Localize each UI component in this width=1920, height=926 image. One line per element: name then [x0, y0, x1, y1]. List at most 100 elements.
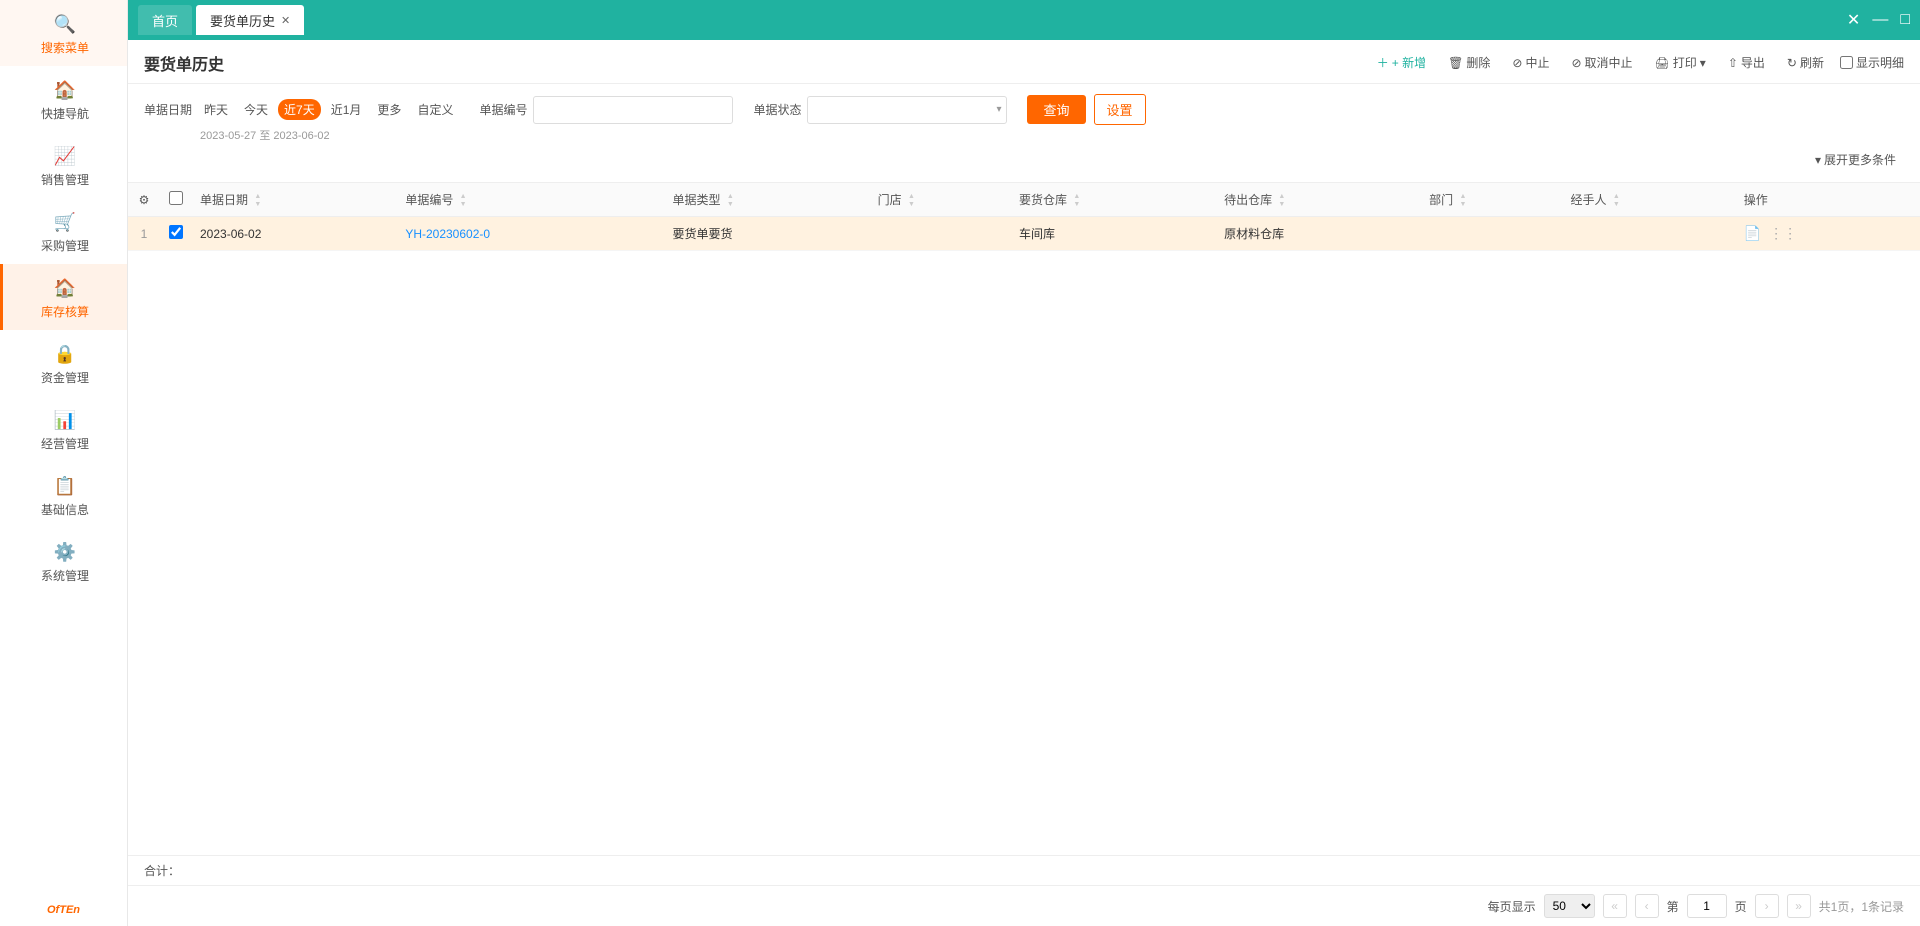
date-btn-custom[interactable]: 自定义	[411, 99, 459, 120]
refresh-icon: ↻	[1787, 56, 1797, 70]
tabbar-window-controls: ✕ — □	[1847, 10, 1910, 30]
print-icon: 🖨	[1655, 56, 1670, 70]
query-button[interactable]: 查询	[1027, 95, 1085, 124]
doc-no-link[interactable]: YH-20230602-0	[405, 227, 490, 241]
table-area: ⚙ 单据日期 ▲▼ 单据编号 ▲▼ 单据类型	[128, 183, 1920, 855]
expand-conditions-button[interactable]: ▾ 展开更多条件	[1807, 147, 1904, 172]
row-req-warehouse: 车间库	[1011, 217, 1216, 251]
sidebar-item-purchase-mgmt[interactable]: 🛒 采购管理	[0, 198, 127, 264]
doc-status-select-wrap: ▾	[807, 96, 1007, 124]
sort-store[interactable]: ▲▼	[908, 193, 915, 208]
data-table: ⚙ 单据日期 ▲▼ 单据编号 ▲▼ 单据类型	[128, 183, 1920, 251]
settings-button[interactable]: 设置	[1094, 94, 1146, 125]
sort-handler[interactable]: ▲▼	[1613, 193, 1620, 208]
sort-doc-no[interactable]: ▲▼	[460, 193, 467, 208]
last-page-button[interactable]: »	[1787, 894, 1811, 918]
sidebar-label-search-menu: 搜索菜单	[41, 39, 89, 56]
first-page-button[interactable]: «	[1603, 894, 1627, 918]
sort-req-warehouse[interactable]: ▲▼	[1073, 193, 1080, 208]
total-info: 共1页，1条记录	[1819, 898, 1904, 915]
page-input[interactable]	[1687, 894, 1727, 918]
add-button[interactable]: ＋ + 新增	[1371, 50, 1432, 75]
sidebar-item-sys-mgmt[interactable]: ⚙️ 系统管理	[0, 528, 127, 594]
col-doc-no: 单据编号 ▲▼	[397, 183, 664, 217]
ops-icon: 📊	[54, 410, 76, 431]
sort-doc-type[interactable]: ▲▼	[727, 193, 734, 208]
next-page-button[interactable]: ›	[1755, 894, 1779, 918]
sidebar-item-sales-mgmt[interactable]: 📈 销售管理	[0, 132, 127, 198]
view-action-icon[interactable]: 📄	[1744, 225, 1761, 242]
doc-status-select[interactable]	[807, 96, 1007, 124]
sidebar-item-quick-nav[interactable]: 🏠 快捷导航	[0, 66, 127, 132]
sys-mgmt-icon: ⚙️	[54, 542, 76, 563]
date-label: 单据日期	[144, 101, 192, 118]
display-cell-checkbox[interactable]	[1840, 56, 1853, 69]
sidebar-label-basic-info: 基础信息	[41, 501, 89, 518]
quick-nav-icon: 🏠	[54, 80, 76, 101]
date-btn-today[interactable]: 今天	[238, 99, 274, 120]
filter-doc-status: 单据状态 ▾	[753, 96, 1007, 124]
delete-button[interactable]: 🗑 删除	[1442, 50, 1496, 75]
finance-icon: 🔒	[54, 344, 76, 365]
table-row[interactable]: 1 2023-06-02 YH-20230602-0 要货单要货 车间库 原材料…	[128, 217, 1920, 251]
expand-icon: ▾	[1815, 153, 1821, 167]
inventory-icon: 🏠	[54, 278, 76, 299]
row-doc-no: YH-20230602-0	[397, 217, 664, 251]
sidebar-item-finance-mgmt[interactable]: 🔒 资金管理	[0, 330, 127, 396]
row-checkbox[interactable]	[169, 225, 183, 239]
brand-logo: OfTEn	[0, 894, 127, 926]
refresh-button[interactable]: ↻ 刷新	[1781, 50, 1830, 75]
pagination: 每页显示 10 20 50 100 « ‹ 第 页 › » 共1页，1条记录	[128, 885, 1920, 926]
sales-icon: 📈	[54, 146, 76, 167]
edit-action-icon[interactable]: ⋮⋮	[1769, 225, 1797, 242]
doc-number-input[interactable]	[533, 96, 733, 124]
expand-label: 展开更多条件	[1824, 151, 1896, 168]
date-range-text: 2023-05-27 至 2023-06-02	[200, 130, 330, 142]
sidebar-label-sys-mgmt: 系统管理	[41, 567, 89, 584]
window-close-icon[interactable]: ✕	[1847, 10, 1860, 30]
sidebar-item-inventory[interactable]: 🏠 库存核算	[0, 264, 127, 330]
cancel-stop-button[interactable]: ⊘ 取消中止	[1565, 50, 1638, 75]
date-btn-more[interactable]: 更多	[371, 99, 407, 120]
sidebar-label-finance: 资金管理	[41, 369, 89, 386]
row-doc-date: 2023-06-02	[192, 217, 397, 251]
filter-area: 单据日期 昨天 今天 近7天 近1月 更多 自定义 单据编号	[128, 84, 1920, 183]
export-button[interactable]: ⇧ 导出	[1722, 50, 1771, 75]
action-icons: 📄 ⋮⋮	[1744, 225, 1912, 242]
print-button[interactable]: 🖨 打印 ▾	[1649, 50, 1712, 75]
prev-page-button[interactable]: ‹	[1635, 894, 1659, 918]
select-all-checkbox[interactable]	[169, 191, 183, 205]
sidebar-label-purchase: 采购管理	[41, 237, 89, 254]
sidebar-item-ops-mgmt[interactable]: 📊 经营管理	[0, 396, 127, 462]
col-settings[interactable]: ⚙	[128, 183, 160, 217]
page-go-suffix: 页	[1735, 898, 1747, 915]
search-menu-icon: 🔍	[54, 14, 76, 35]
tab-requisition-history[interactable]: 要货单历史 ✕	[196, 5, 304, 35]
sort-department[interactable]: ▲▼	[1459, 193, 1466, 208]
stop-button[interactable]: ⊘ 中止	[1506, 50, 1555, 75]
export-icon: ⇧	[1728, 56, 1738, 70]
sort-pending-warehouse[interactable]: ▲▼	[1278, 193, 1285, 208]
tab-home[interactable]: 首页	[138, 5, 192, 35]
sidebar-item-basic-info[interactable]: 📋 基础信息	[0, 462, 127, 528]
window-minimize-icon[interactable]: —	[1872, 11, 1888, 29]
sidebar-item-search-menu[interactable]: 🔍 搜索菜单	[0, 0, 127, 66]
tab-close-icon[interactable]: ✕	[281, 14, 290, 27]
window-maximize-icon[interactable]: □	[1900, 11, 1910, 29]
date-btn-last1m[interactable]: 近1月	[325, 99, 368, 120]
table-header-row: ⚙ 单据日期 ▲▼ 单据编号 ▲▼ 单据类型	[128, 183, 1920, 217]
date-btn-last7[interactable]: 近7天	[278, 99, 321, 120]
row-pending-warehouse: 原材料仓库	[1216, 217, 1421, 251]
date-btn-yesterday[interactable]: 昨天	[198, 99, 234, 120]
sidebar-label-ops: 经营管理	[41, 435, 89, 452]
sort-doc-date[interactable]: ▲▼	[254, 193, 261, 208]
main-area: 首页 要货单历史 ✕ ✕ — □ 要货单历史 ＋ + 新增 🗑 删除	[128, 0, 1920, 926]
add-icon: ＋	[1377, 54, 1389, 71]
table-footer: 合计：	[128, 855, 1920, 885]
tabbar: 首页 要货单历史 ✕ ✕ — □	[128, 0, 1920, 40]
filter-row: 单据日期 昨天 今天 近7天 近1月 更多 自定义 单据编号	[144, 94, 1904, 125]
display-cell-toggle[interactable]: 显示明细	[1840, 54, 1904, 71]
page-size-select[interactable]: 10 20 50 100	[1544, 894, 1595, 918]
sidebar-label-quick-nav: 快捷导航	[41, 105, 89, 122]
row-check-cell	[160, 217, 192, 251]
